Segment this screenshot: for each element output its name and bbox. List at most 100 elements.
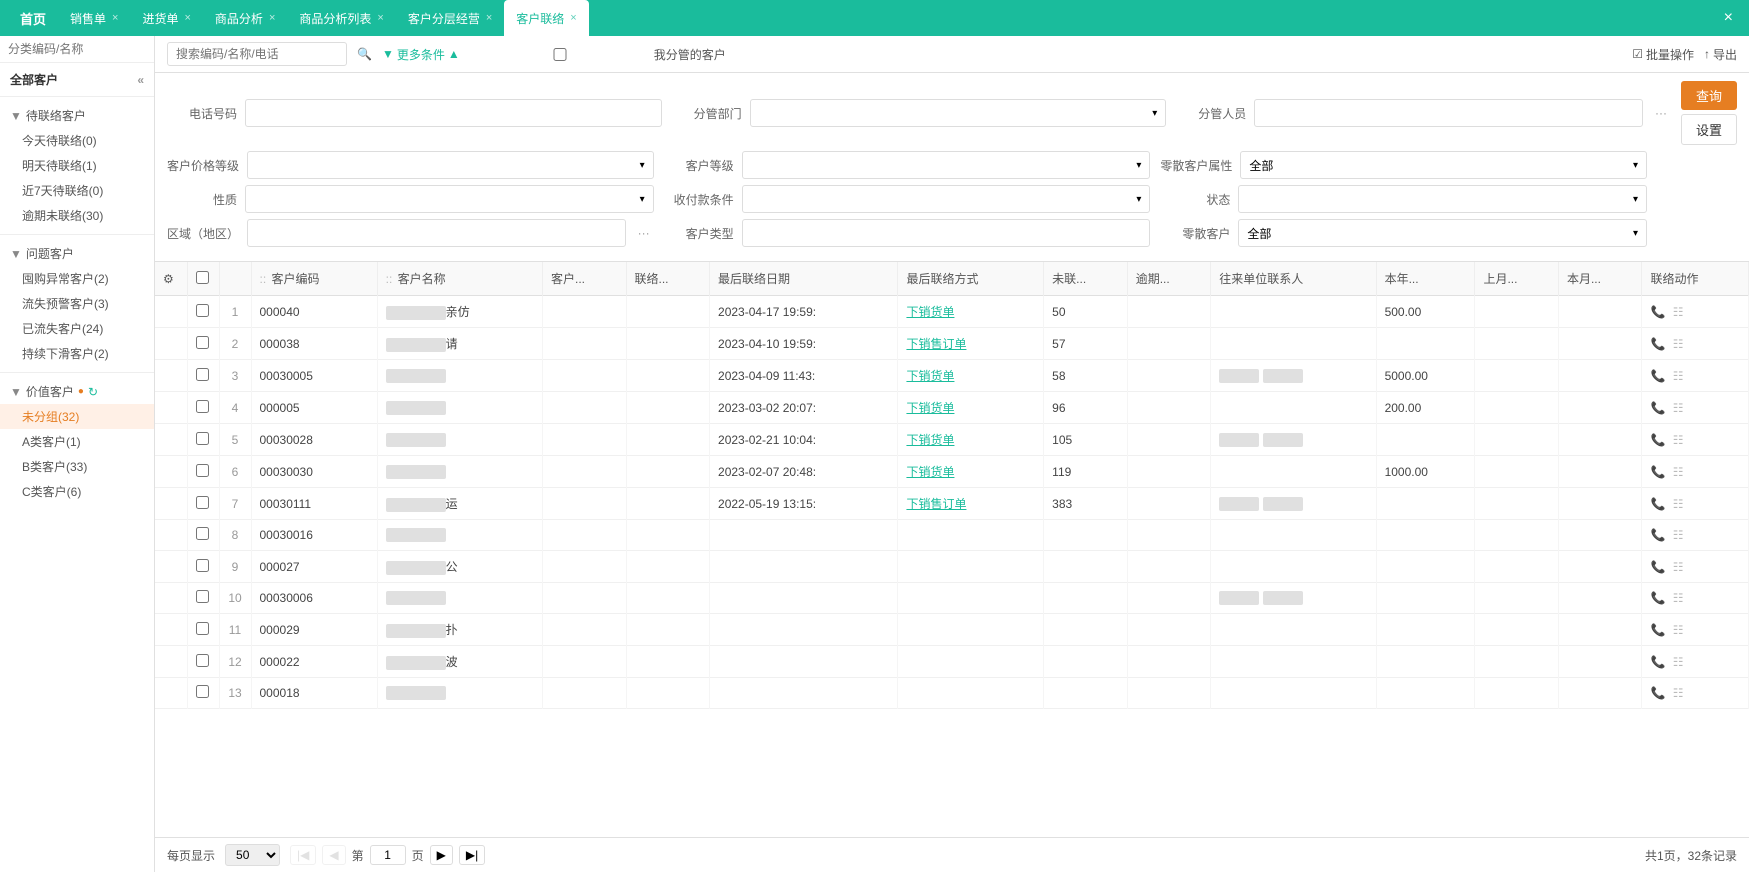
phone-action-icon[interactable]: 📞 bbox=[1650, 305, 1665, 319]
collapse-sidebar-icon[interactable]: « bbox=[137, 73, 144, 87]
search-icon[interactable]: 🔍 bbox=[357, 47, 372, 61]
row-checkbox[interactable] bbox=[196, 400, 209, 413]
query-button[interactable]: 查询 bbox=[1681, 81, 1737, 110]
sidebar-item-class-c[interactable]: C类客户(6) bbox=[0, 479, 154, 504]
close-all-button[interactable]: × bbox=[1716, 9, 1741, 27]
retail-attr-select[interactable]: 全部 ▾ bbox=[1240, 151, 1647, 179]
phone-action-icon[interactable]: 📞 bbox=[1650, 497, 1665, 511]
more-action-icon[interactable]: ☷ bbox=[1673, 433, 1684, 447]
close-sales-icon[interactable]: × bbox=[112, 12, 118, 24]
customer-type-input[interactable] bbox=[742, 219, 1151, 247]
close-contact-icon[interactable]: × bbox=[570, 12, 576, 24]
prev-page-button[interactable]: ◀ bbox=[322, 845, 345, 865]
my-customers-checkbox-label[interactable]: 我分管的客户 bbox=[470, 46, 726, 63]
phone-action-icon[interactable]: 📞 bbox=[1650, 560, 1665, 574]
nav-home[interactable]: 首页 bbox=[8, 0, 58, 36]
sidebar-item-churn-warning[interactable]: 流失预警客户(3) bbox=[0, 291, 154, 316]
more-action-icon[interactable]: ☷ bbox=[1673, 401, 1684, 415]
last-page-button[interactable]: ▶| bbox=[459, 845, 485, 865]
phone-action-icon[interactable]: 📞 bbox=[1650, 465, 1665, 479]
nav-purchase[interactable]: 进货单 × bbox=[130, 0, 202, 36]
region-select[interactable] bbox=[247, 219, 626, 247]
phone-input[interactable] bbox=[245, 99, 662, 127]
price-level-select[interactable]: ▾ bbox=[247, 151, 654, 179]
last-method-link[interactable]: 下销货单 bbox=[906, 305, 954, 319]
nav-product-analysis-list[interactable]: 商品分析列表 × bbox=[287, 0, 395, 36]
row-checkbox[interactable] bbox=[196, 304, 209, 317]
export-button[interactable]: ↑ 导出 bbox=[1704, 46, 1737, 63]
sidebar-item-class-b[interactable]: B类客户(33) bbox=[0, 454, 154, 479]
reset-button[interactable]: 设置 bbox=[1681, 114, 1737, 145]
all-customers-header[interactable]: 全部客户 « bbox=[0, 63, 154, 92]
phone-action-icon[interactable]: 📞 bbox=[1650, 401, 1665, 415]
more-action-icon[interactable]: ☷ bbox=[1673, 591, 1684, 605]
sidebar-item-hoarding[interactable]: 囤购异常客户(2) bbox=[0, 266, 154, 291]
nav-customer-contact[interactable]: 客户联络 × bbox=[504, 0, 588, 36]
more-action-icon[interactable]: ☷ bbox=[1673, 655, 1684, 669]
close-product-list-icon[interactable]: × bbox=[377, 12, 383, 24]
row-checkbox[interactable] bbox=[196, 527, 209, 540]
more-action-icon[interactable]: ☷ bbox=[1673, 686, 1684, 700]
phone-action-icon[interactable]: 📞 bbox=[1650, 591, 1665, 605]
last-method-link[interactable]: 下销货单 bbox=[906, 401, 954, 415]
status-select[interactable]: ▾ bbox=[1238, 185, 1647, 213]
close-product-analysis-icon[interactable]: × bbox=[269, 12, 275, 24]
dept-select[interactable]: ▾ bbox=[750, 99, 1167, 127]
row-checkbox[interactable] bbox=[196, 559, 209, 572]
last-method-link[interactable]: 下销售订单 bbox=[906, 497, 966, 511]
manager-dots-icon[interactable]: ··· bbox=[1651, 106, 1671, 120]
my-customers-checkbox[interactable] bbox=[470, 48, 650, 61]
row-checkbox[interactable] bbox=[196, 336, 209, 349]
sidebar-search-input[interactable] bbox=[8, 42, 155, 56]
more-action-icon[interactable]: ☷ bbox=[1673, 528, 1684, 542]
retail-customer-select[interactable]: 全部 ▾ bbox=[1238, 219, 1647, 247]
sidebar-item-tomorrow[interactable]: 明天待联络(1) bbox=[0, 153, 154, 178]
more-action-icon[interactable]: ☷ bbox=[1673, 305, 1684, 319]
row-checkbox[interactable] bbox=[196, 685, 209, 698]
more-action-icon[interactable]: ☷ bbox=[1673, 337, 1684, 351]
value-group-header[interactable]: ▼ 价值客户 ● ↻ bbox=[0, 379, 154, 404]
settings-icon[interactable]: ⚙ bbox=[163, 272, 174, 286]
last-method-link[interactable]: 下销货单 bbox=[906, 465, 954, 479]
pending-group-header[interactable]: ▼ 待联络客户 bbox=[0, 103, 154, 128]
phone-action-icon[interactable]: 📞 bbox=[1650, 433, 1665, 447]
sidebar-item-overdue[interactable]: 逾期未联络(30) bbox=[0, 203, 154, 228]
row-checkbox[interactable] bbox=[196, 368, 209, 381]
sidebar-item-7days[interactable]: 近7天待联络(0) bbox=[0, 178, 154, 203]
nav-customer-segment[interactable]: 客户分层经营 × bbox=[396, 0, 504, 36]
sidebar-item-unclassified[interactable]: 未分组(32) bbox=[0, 404, 154, 429]
phone-action-icon[interactable]: 📞 bbox=[1650, 337, 1665, 351]
more-action-icon[interactable]: ☷ bbox=[1673, 369, 1684, 383]
close-segment-icon[interactable]: × bbox=[486, 12, 492, 24]
first-page-button[interactable]: |◀ bbox=[290, 845, 316, 865]
more-action-icon[interactable]: ☷ bbox=[1673, 497, 1684, 511]
customer-level-select[interactable]: ▾ bbox=[742, 151, 1151, 179]
more-action-icon[interactable]: ☷ bbox=[1673, 465, 1684, 479]
phone-action-icon[interactable]: 📞 bbox=[1650, 686, 1665, 700]
sidebar-item-churned[interactable]: 已流失客户(24) bbox=[0, 316, 154, 341]
refresh-icon[interactable]: ↻ bbox=[88, 385, 98, 399]
last-method-link[interactable]: 下销售订单 bbox=[906, 337, 966, 351]
batch-op-button[interactable]: ☑ 批量操作 bbox=[1632, 46, 1694, 63]
sidebar-item-declining[interactable]: 持续下滑客户(2) bbox=[0, 341, 154, 366]
phone-action-icon[interactable]: 📞 bbox=[1650, 369, 1665, 383]
row-checkbox[interactable] bbox=[196, 622, 209, 635]
per-page-select[interactable]: 50 100 200 bbox=[225, 844, 280, 866]
row-checkbox[interactable] bbox=[196, 464, 209, 477]
more-action-icon[interactable]: ☷ bbox=[1673, 560, 1684, 574]
search-input[interactable] bbox=[167, 42, 347, 66]
nav-product-analysis[interactable]: 商品分析 × bbox=[203, 0, 287, 36]
sidebar-item-class-a[interactable]: A类客户(1) bbox=[0, 429, 154, 454]
select-all-checkbox[interactable] bbox=[196, 271, 209, 284]
phone-action-icon[interactable]: 📞 bbox=[1650, 655, 1665, 669]
payment-select[interactable]: ▾ bbox=[742, 185, 1151, 213]
more-action-icon[interactable]: ☷ bbox=[1673, 623, 1684, 637]
row-checkbox[interactable] bbox=[196, 590, 209, 603]
last-method-link[interactable]: 下销货单 bbox=[906, 433, 954, 447]
region-dots-icon[interactable]: ··· bbox=[634, 226, 654, 240]
last-method-link[interactable]: 下销货单 bbox=[906, 369, 954, 383]
row-checkbox[interactable] bbox=[196, 654, 209, 667]
nav-sales[interactable]: 销售单 × bbox=[58, 0, 130, 36]
phone-action-icon[interactable]: 📞 bbox=[1650, 528, 1665, 542]
row-checkbox[interactable] bbox=[196, 496, 209, 509]
